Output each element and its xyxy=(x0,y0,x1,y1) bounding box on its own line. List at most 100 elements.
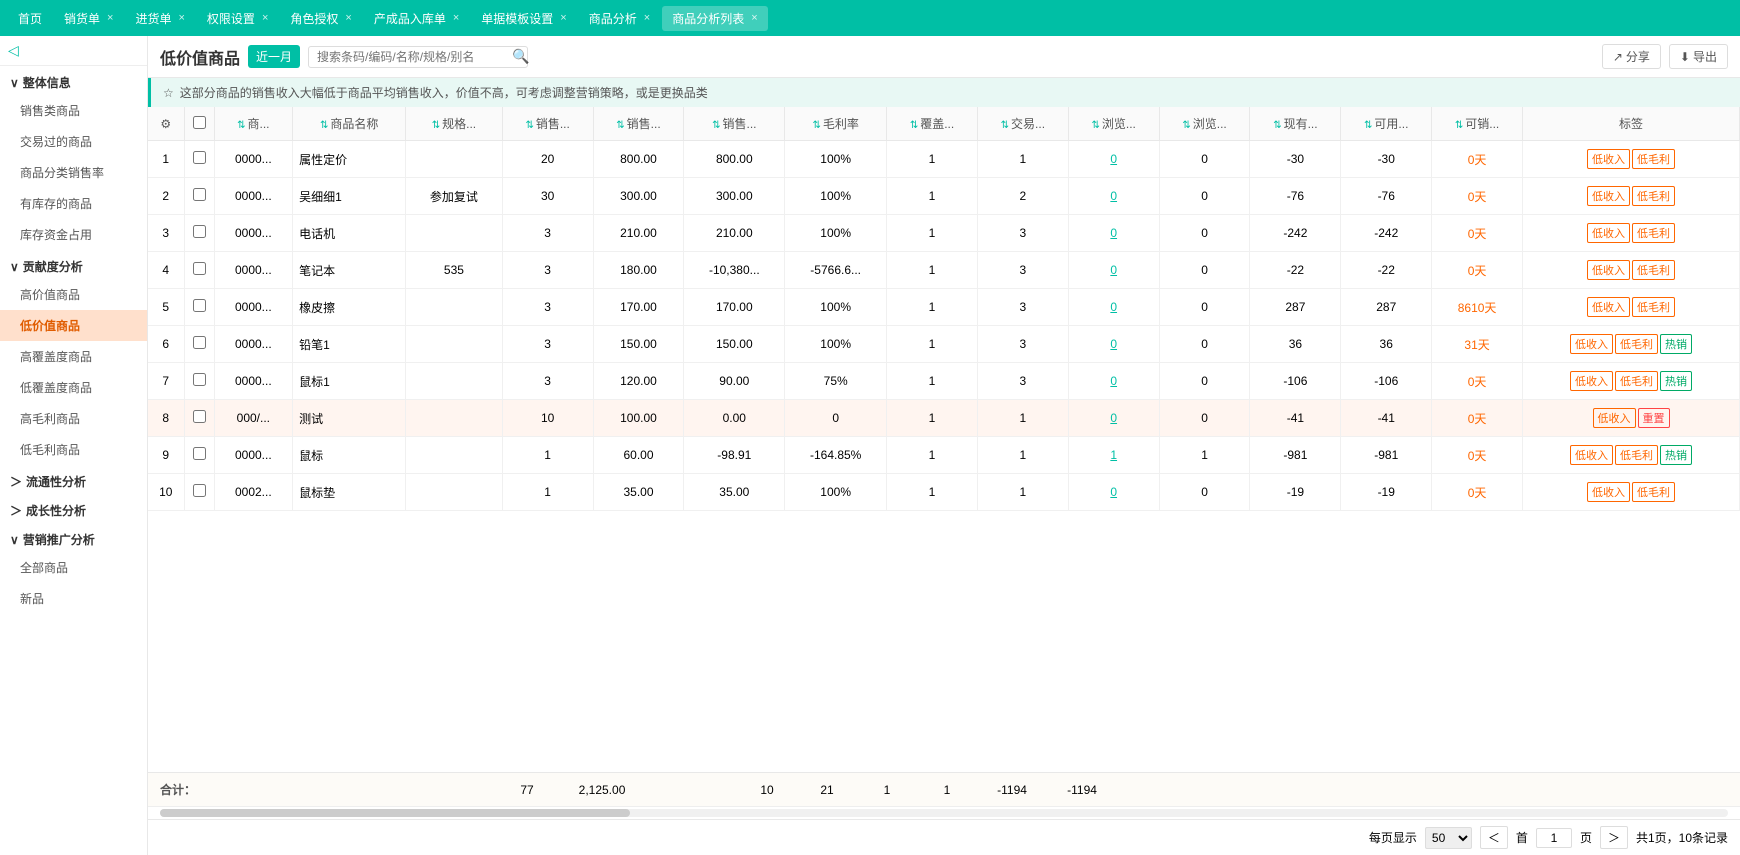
col-code[interactable]: ⇅商... xyxy=(214,107,293,141)
close-icon[interactable]: × xyxy=(107,12,113,24)
first-page-button[interactable]: ＜ xyxy=(1480,826,1508,849)
sidebar-item-category-sales-rate[interactable]: 商品分类销售率 xyxy=(0,157,147,188)
row-checkbox-cell[interactable] xyxy=(184,289,214,326)
row-checkbox-cell[interactable] xyxy=(184,363,214,400)
browse-link[interactable]: 0 xyxy=(1110,485,1117,499)
sidebar-item-low-coverage[interactable]: 低覆盖度商品 xyxy=(0,372,147,403)
row-browse1[interactable]: 0 xyxy=(1068,215,1159,252)
col-spec[interactable]: ⇅规格... xyxy=(406,107,503,141)
sidebar-section-marketing[interactable]: ∨ 营销推广分析 xyxy=(0,523,147,552)
close-icon[interactable]: × xyxy=(178,12,184,24)
row-checkbox[interactable] xyxy=(193,410,206,423)
browse-link[interactable]: 1 xyxy=(1110,448,1117,462)
nav-purchase-order[interactable]: 进货单 × xyxy=(125,6,194,31)
nav-template-settings[interactable]: 单据模板设置 × xyxy=(471,6,576,31)
row-browse1[interactable]: 0 xyxy=(1068,141,1159,178)
browse-link[interactable]: 0 xyxy=(1110,152,1117,166)
col-checkbox[interactable] xyxy=(184,107,214,141)
row-checkbox[interactable] xyxy=(193,299,206,312)
close-icon[interactable]: × xyxy=(262,12,268,24)
close-icon[interactable]: × xyxy=(644,12,650,24)
row-checkbox-cell[interactable] xyxy=(184,178,214,215)
row-checkbox-cell[interactable] xyxy=(184,437,214,474)
sidebar-item-high-value[interactable]: 高价值商品 xyxy=(0,279,147,310)
close-icon[interactable]: × xyxy=(751,12,757,24)
scrollbar-thumb[interactable] xyxy=(160,809,630,817)
filter-period-button[interactable]: 近一月 xyxy=(248,45,300,68)
nav-role-auth[interactable]: 角色授权 × xyxy=(280,6,361,31)
row-checkbox[interactable] xyxy=(193,484,206,497)
row-checkbox[interactable] xyxy=(193,447,206,460)
sidebar-item-inventory-fund[interactable]: 库存资金占用 xyxy=(0,219,147,250)
sidebar-section-growth[interactable]: ＞ 成长性分析 xyxy=(0,494,147,523)
nav-product-inbound[interactable]: 产成品入库单 × xyxy=(364,6,469,31)
nav-sales-order[interactable]: 销货单 × xyxy=(54,6,123,31)
row-browse1[interactable]: 0 xyxy=(1068,178,1159,215)
row-browse1[interactable]: 0 xyxy=(1068,363,1159,400)
col-price[interactable]: ⇅销售... xyxy=(593,107,684,141)
row-browse1[interactable]: 1 xyxy=(1068,437,1159,474)
row-checkbox[interactable] xyxy=(193,225,206,238)
col-trade[interactable]: ⇅交易... xyxy=(977,107,1068,141)
nav-home[interactable]: 首页 xyxy=(8,6,52,31)
row-checkbox-cell[interactable] xyxy=(184,215,214,252)
sidebar-item-low-margin[interactable]: 低毛利商品 xyxy=(0,434,147,465)
col-amount[interactable]: ⇅销售... xyxy=(684,107,785,141)
sidebar-item-new-products[interactable]: 新品 xyxy=(0,583,147,614)
page-number-input[interactable] xyxy=(1536,828,1572,848)
browse-link[interactable]: 0 xyxy=(1110,411,1117,425)
sidebar-item-inventory-products[interactable]: 有库存的商品 xyxy=(0,188,147,219)
sidebar-item-high-margin[interactable]: 高毛利商品 xyxy=(0,403,147,434)
row-checkbox-cell[interactable] xyxy=(184,326,214,363)
browse-link[interactable]: 0 xyxy=(1110,226,1117,240)
last-page-button[interactable]: ＞ xyxy=(1600,826,1628,849)
col-browse2[interactable]: ⇅浏览... xyxy=(1159,107,1250,141)
row-browse1[interactable]: 0 xyxy=(1068,289,1159,326)
row-checkbox[interactable] xyxy=(193,373,206,386)
horizontal-scrollbar[interactable] xyxy=(160,809,1728,817)
col-gear[interactable]: ⚙ xyxy=(148,107,184,141)
sidebar-section-liquidity[interactable]: ＞ 流通性分析 xyxy=(0,465,147,494)
sidebar-collapse-button[interactable]: ◁ xyxy=(8,42,19,59)
row-checkbox[interactable] xyxy=(193,336,206,349)
close-icon[interactable]: × xyxy=(345,12,351,24)
gear-icon[interactable]: ⚙ xyxy=(160,117,171,131)
row-checkbox-cell[interactable] xyxy=(184,474,214,511)
row-browse1[interactable]: 0 xyxy=(1068,252,1159,289)
sidebar-item-sales-products[interactable]: 销售类商品 xyxy=(0,95,147,126)
row-browse1[interactable]: 0 xyxy=(1068,326,1159,363)
col-profit-rate[interactable]: ⇅毛利率 xyxy=(785,107,887,141)
data-table-container[interactable]: ⚙ ⇅商... ⇅商品名称 ⇅规格... ⇅销售... ⇅销售... ⇅销售..… xyxy=(148,107,1740,772)
export-button[interactable]: ⬇ 导出 xyxy=(1669,44,1728,69)
nav-permission-settings[interactable]: 权限设置 × xyxy=(197,6,278,31)
sidebar-section-contribution[interactable]: ∨ 贡献度分析 xyxy=(0,250,147,279)
browse-link[interactable]: 0 xyxy=(1110,337,1117,351)
col-current[interactable]: ⇅现有... xyxy=(1250,107,1341,141)
sidebar-item-high-coverage[interactable]: 高覆盖度商品 xyxy=(0,341,147,372)
close-icon[interactable]: × xyxy=(453,12,459,24)
select-all-checkbox[interactable] xyxy=(193,116,206,129)
row-checkbox-cell[interactable] xyxy=(184,141,214,178)
col-available[interactable]: ⇅可用... xyxy=(1341,107,1432,141)
per-page-select[interactable]: 50 100 xyxy=(1425,827,1472,849)
sidebar-section-overview[interactable]: ∨ 整体信息 xyxy=(0,66,147,95)
row-checkbox[interactable] xyxy=(193,151,206,164)
row-browse1[interactable]: 0 xyxy=(1068,400,1159,437)
sidebar-item-traded-products[interactable]: 交易过的商品 xyxy=(0,126,147,157)
browse-link[interactable]: 0 xyxy=(1110,189,1117,203)
col-coverage[interactable]: ⇅覆盖... xyxy=(887,107,978,141)
close-icon[interactable]: × xyxy=(560,12,566,24)
col-browse1[interactable]: ⇅浏览... xyxy=(1068,107,1159,141)
row-checkbox[interactable] xyxy=(193,188,206,201)
row-checkbox-cell[interactable] xyxy=(184,252,214,289)
nav-product-analysis-list[interactable]: 商品分析列表 × xyxy=(662,6,767,31)
nav-product-analysis[interactable]: 商品分析 × xyxy=(579,6,660,31)
col-qty[interactable]: ⇅销售... xyxy=(502,107,593,141)
col-saleable[interactable]: ⇅可销... xyxy=(1432,107,1523,141)
row-checkbox-cell[interactable] xyxy=(184,400,214,437)
row-checkbox[interactable] xyxy=(193,262,206,275)
share-button[interactable]: ↗ 分享 xyxy=(1602,44,1661,69)
search-button[interactable]: 🔍 xyxy=(512,48,529,65)
sidebar-item-all-products[interactable]: 全部商品 xyxy=(0,552,147,583)
browse-link[interactable]: 0 xyxy=(1110,300,1117,314)
